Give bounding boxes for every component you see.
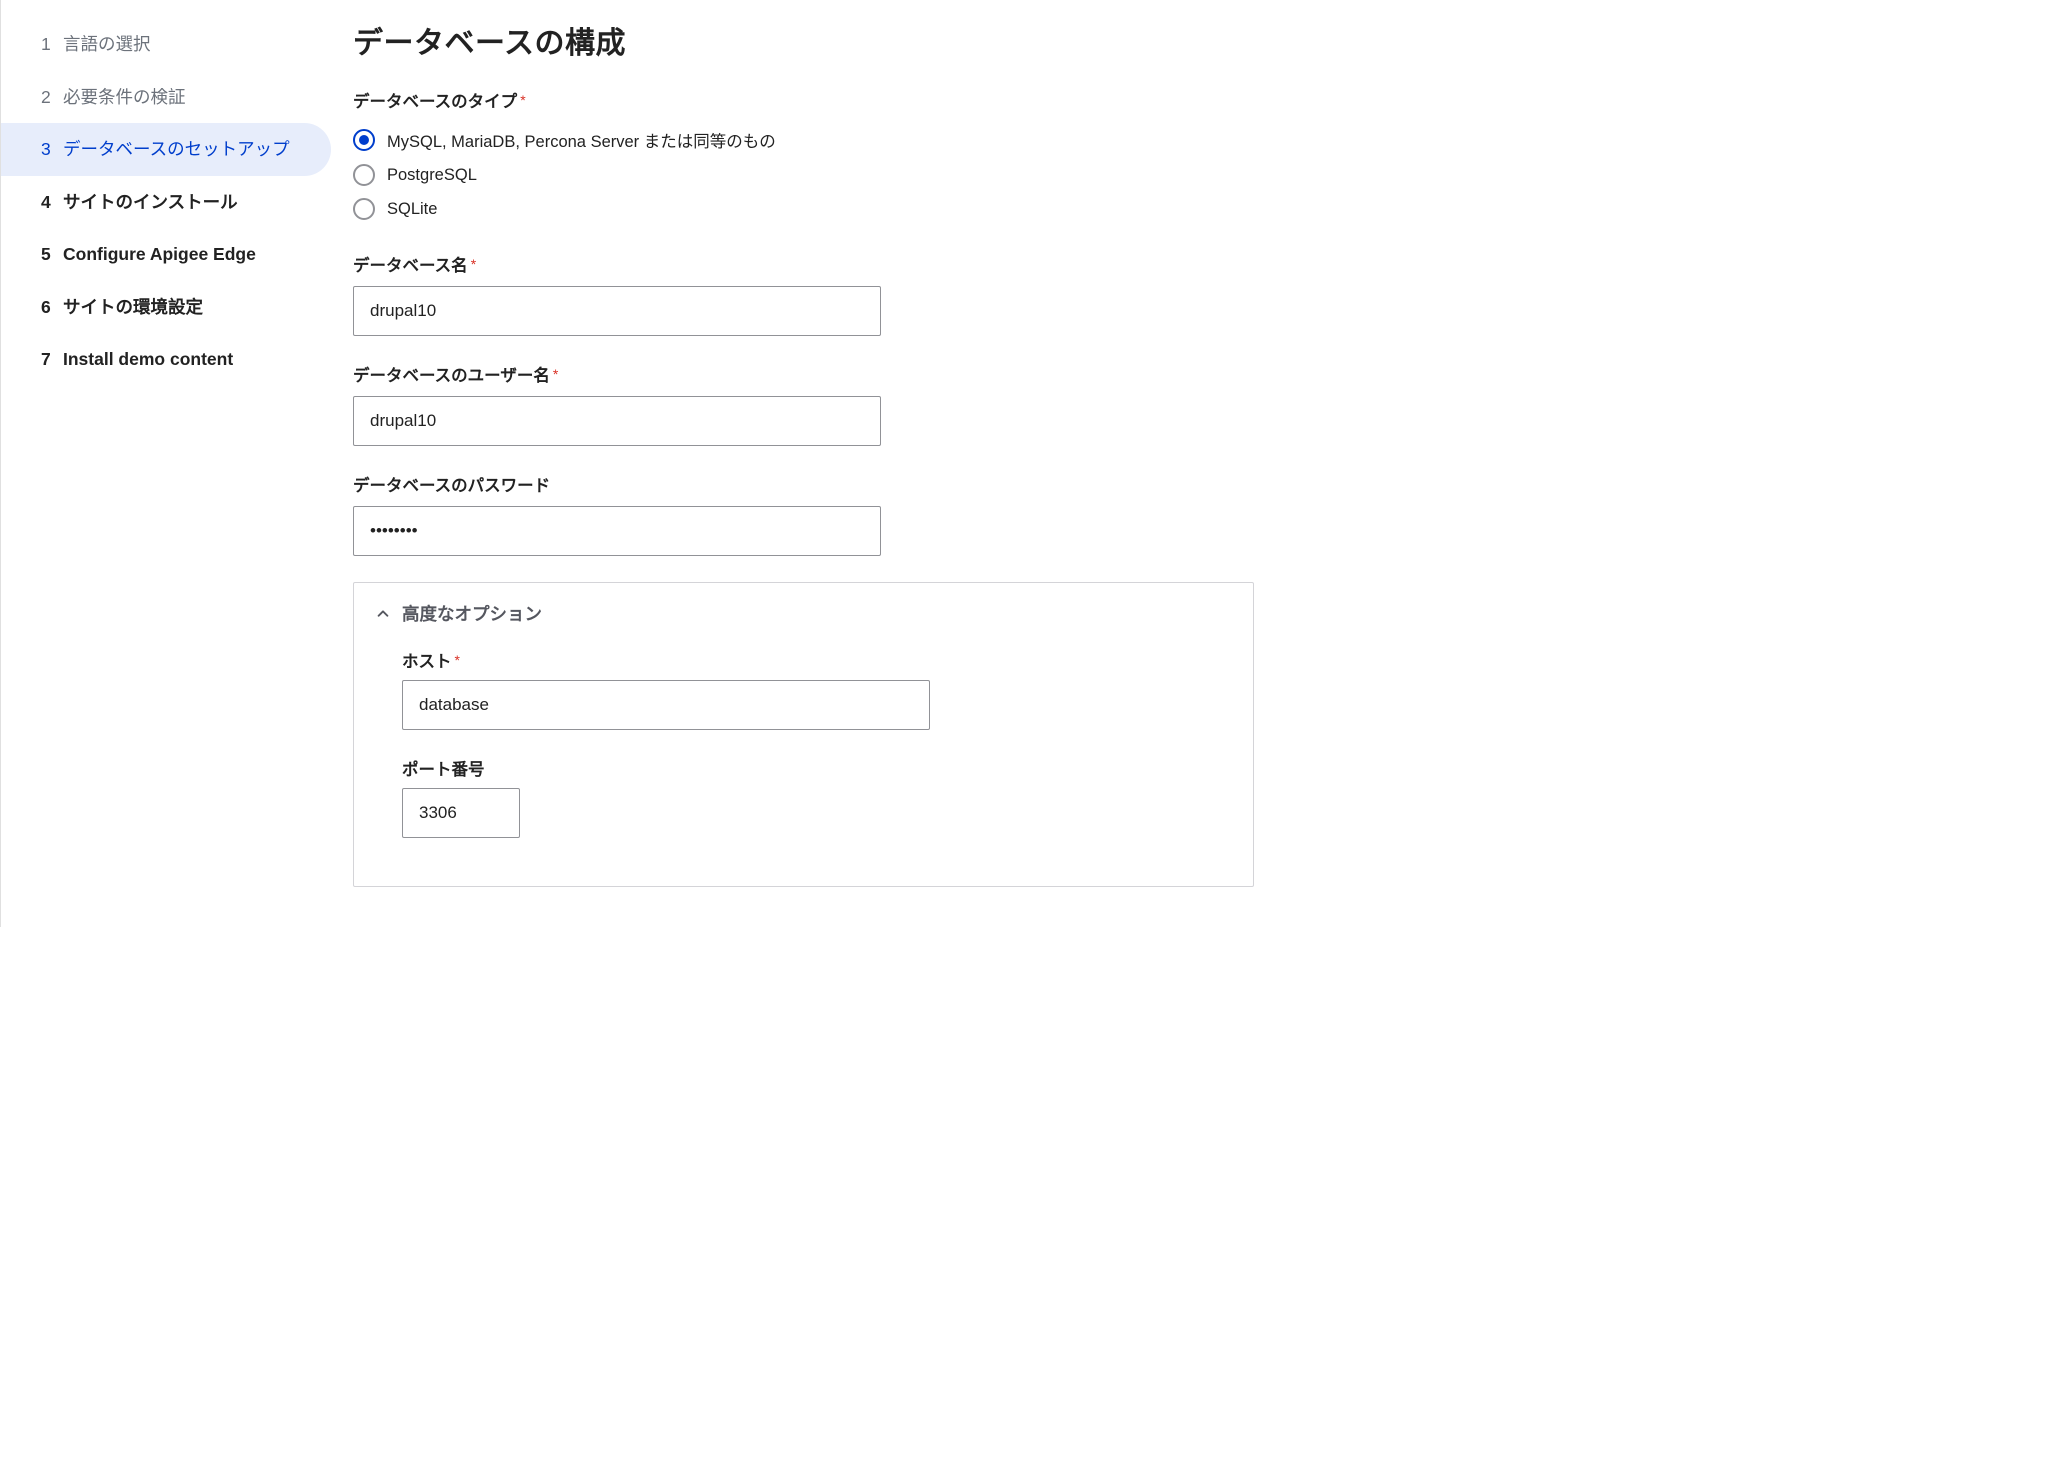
step-install-demo: 7 Install demo content (1, 333, 331, 386)
db-user-label: データベースのユーザー名 * (353, 362, 1254, 386)
db-name-label: データベース名 * (353, 252, 1254, 276)
db-type-label: データベースのタイプ * (353, 88, 1254, 112)
step-label: サイトのインストール (63, 190, 311, 215)
host-field: ホスト * (402, 648, 1231, 730)
advanced-options-label: 高度なオプション (402, 601, 542, 626)
radio-label: MySQL, MariaDB, Percona Server または同等のもの (387, 128, 776, 152)
step-number: 5 (41, 242, 63, 267)
db-password-label: データベースのパスワード (353, 472, 1254, 496)
step-number: 1 (41, 32, 63, 57)
step-number: 4 (41, 190, 63, 215)
advanced-options-panel: 高度なオプション ホスト * ポート番号 (353, 582, 1254, 887)
required-indicator: * (520, 92, 525, 108)
main-content: データベースの構成 データベースのタイプ * MySQL, MariaDB, P… (331, 0, 1294, 927)
db-type-option-sqlite[interactable]: SQLite (353, 192, 1254, 226)
install-steps-sidebar: 1 言語の選択 2 必要条件の検証 3 データベースのセットアップ 4 サイトの… (1, 0, 331, 927)
step-number: 2 (41, 85, 63, 110)
step-label: 言語の選択 (63, 32, 311, 57)
port-field: ポート番号 (402, 756, 1231, 838)
db-user-input[interactable] (353, 396, 881, 446)
page-title: データベースの構成 (353, 18, 1254, 62)
step-site-config: 6 サイトの環境設定 (1, 281, 331, 334)
step-number: 7 (41, 347, 63, 372)
db-type-option-mysql[interactable]: MySQL, MariaDB, Percona Server または同等のもの (353, 122, 1254, 158)
step-requirements: 2 必要条件の検証 (1, 71, 331, 124)
advanced-options-body: ホスト * ポート番号 (376, 648, 1231, 838)
db-type-field: データベースのタイプ * MySQL, MariaDB, Percona Ser… (353, 88, 1254, 226)
host-input[interactable] (402, 680, 930, 730)
radio-icon (353, 198, 375, 220)
step-label: データベースのセットアップ (63, 137, 311, 162)
step-number: 6 (41, 295, 63, 320)
step-database-setup: 3 データベースのセットアップ (1, 123, 331, 176)
advanced-options-toggle[interactable]: 高度なオプション (376, 601, 1231, 626)
radio-label: SQLite (387, 200, 437, 219)
port-label: ポート番号 (402, 756, 1231, 780)
port-input[interactable] (402, 788, 520, 838)
db-password-input[interactable] (353, 506, 881, 556)
radio-icon (353, 129, 375, 151)
required-indicator: * (455, 652, 460, 668)
db-type-option-postgresql[interactable]: PostgreSQL (353, 158, 1254, 192)
step-number: 3 (41, 137, 63, 162)
radio-label: PostgreSQL (387, 166, 477, 185)
step-install-site: 4 サイトのインストール (1, 176, 331, 229)
required-indicator: * (471, 256, 476, 272)
step-configure-apigee: 5 Configure Apigee Edge (1, 228, 331, 281)
radio-icon (353, 164, 375, 186)
db-user-field: データベースのユーザー名 * (353, 362, 1254, 446)
db-name-field: データベース名 * (353, 252, 1254, 336)
chevron-up-icon (376, 607, 390, 621)
required-indicator: * (553, 366, 558, 382)
db-password-field: データベースのパスワード (353, 472, 1254, 556)
step-label: サイトの環境設定 (63, 295, 311, 320)
step-language: 1 言語の選択 (1, 18, 331, 71)
host-label: ホスト * (402, 648, 1231, 672)
db-name-input[interactable] (353, 286, 881, 336)
step-label: 必要条件の検証 (63, 85, 311, 110)
step-label: Configure Apigee Edge (63, 242, 311, 267)
step-label: Install demo content (63, 347, 311, 372)
